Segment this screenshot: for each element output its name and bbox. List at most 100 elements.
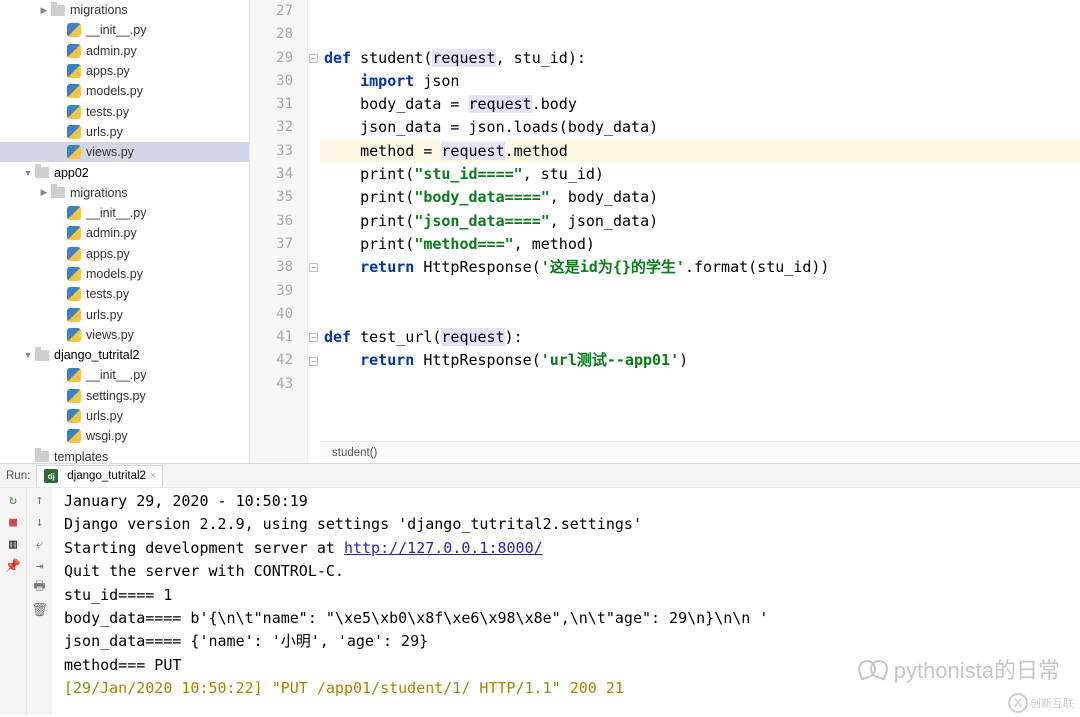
print-icon[interactable]: 🖶 xyxy=(32,580,48,596)
tree-item[interactable]: ▶ migrations xyxy=(0,183,249,203)
close-icon[interactable]: × xyxy=(150,470,156,482)
console-line: method=== PUT xyxy=(64,654,1080,677)
code-line[interactable]: import json xyxy=(320,70,1080,93)
tree-item[interactable]: admin.py xyxy=(0,223,249,243)
tree-item[interactable]: ▼ app02 xyxy=(0,162,249,182)
tree-item-label: urls.py xyxy=(86,409,123,423)
line-number: 33 xyxy=(250,140,293,163)
fold-toggle-icon[interactable]: − xyxy=(309,333,318,342)
rerun-icon[interactable]: ↻ xyxy=(5,492,21,508)
expand-arrow-icon[interactable]: ▶ xyxy=(38,187,50,198)
line-number: 30 xyxy=(250,70,293,93)
python-file-icon xyxy=(66,22,82,38)
trash-icon[interactable]: 🗑 xyxy=(32,602,48,618)
tree-item[interactable]: templates xyxy=(0,447,249,463)
code-line[interactable]: print("stu_id====", stu_id) xyxy=(320,163,1080,186)
scroll-icon[interactable]: ⇥ xyxy=(32,558,48,574)
console-line: body_data==== b'{\n\t"name": "\xe5\xb0\x… xyxy=(64,607,1080,630)
tree-item[interactable]: models.py xyxy=(0,264,249,284)
code-editor[interactable]: 2728293031323334353637383940414243 − − −− … xyxy=(250,0,1080,463)
tree-item[interactable]: urls.py xyxy=(0,304,249,324)
tree-item[interactable]: admin.py xyxy=(0,41,249,61)
code-line[interactable] xyxy=(320,0,1080,23)
code-line[interactable] xyxy=(320,373,1080,396)
fold-toggle-icon[interactable]: − xyxy=(309,54,318,63)
tree-item-label: admin.py xyxy=(86,44,137,58)
wrap-icon[interactable]: ⤶ xyxy=(32,536,48,552)
breadcrumb[interactable]: student() xyxy=(320,441,1080,463)
code-line[interactable]: json_data = json.loads(body_data) xyxy=(320,116,1080,139)
code-line[interactable]: return HttpResponse('这是id为{}的学生'.format(… xyxy=(320,256,1080,279)
python-file-icon xyxy=(66,124,82,140)
tree-item-label: migrations xyxy=(70,186,128,200)
code-area[interactable]: def student(request, stu_id): import jso… xyxy=(320,0,1080,463)
code-line[interactable] xyxy=(320,303,1080,326)
code-line[interactable] xyxy=(320,23,1080,46)
tree-item-label: tests.py xyxy=(86,287,129,301)
run-tab-bar: Run: dj django_tutrital2 × xyxy=(0,463,1080,487)
fold-toggle-icon[interactable]: − xyxy=(309,263,318,272)
line-number: 35 xyxy=(250,186,293,209)
code-line[interactable]: def student(request, stu_id): xyxy=(320,47,1080,70)
python-file-icon xyxy=(66,367,82,383)
pin-icon[interactable]: 📌 xyxy=(5,558,21,574)
tree-item-label: wsgi.py xyxy=(86,429,128,443)
tree-item-label: __init__.py xyxy=(86,23,146,37)
tree-item-label: __init__.py xyxy=(86,368,146,382)
python-file-icon xyxy=(66,43,82,59)
layout-icon[interactable]: ▥ xyxy=(5,536,21,552)
expand-arrow-icon[interactable]: ▶ xyxy=(38,5,50,16)
tree-item[interactable]: tests.py xyxy=(0,101,249,121)
line-number: 28 xyxy=(250,23,293,46)
tree-item[interactable]: __init__.py xyxy=(0,365,249,385)
tree-item[interactable]: apps.py xyxy=(0,244,249,264)
run-toolbar-left: ↻ ■ ▥ 📌 xyxy=(0,488,26,715)
tree-item[interactable]: models.py xyxy=(0,81,249,101)
code-line[interactable]: print("body_data====", body_data) xyxy=(320,186,1080,209)
code-line[interactable]: return HttpResponse('url测试--app01') xyxy=(320,349,1080,372)
code-line[interactable]: method = request.method xyxy=(320,140,1080,163)
up-icon[interactable]: ↑ xyxy=(32,492,48,508)
tree-item[interactable]: ▼django_tutrital2 xyxy=(0,345,249,365)
line-gutter: 2728293031323334353637383940414243 xyxy=(250,0,308,463)
tree-item[interactable]: apps.py xyxy=(0,61,249,81)
run-tab[interactable]: dj django_tutrital2 × xyxy=(36,465,163,487)
expand-arrow-icon[interactable]: ▼ xyxy=(22,168,34,178)
stop-icon[interactable]: ■ xyxy=(5,514,21,530)
tree-item-label: tests.py xyxy=(86,105,129,119)
python-file-icon xyxy=(66,104,82,120)
code-line[interactable]: def test_url(request): xyxy=(320,326,1080,349)
tree-item[interactable]: __init__.py xyxy=(0,203,249,223)
expand-arrow-icon[interactable]: ▼ xyxy=(22,350,34,360)
line-number: 42 xyxy=(250,349,293,372)
tree-item-label: __init__.py xyxy=(86,206,146,220)
tree-item[interactable]: wsgi.py xyxy=(0,426,249,446)
tree-item-label: app02 xyxy=(54,166,89,180)
tree-item-label: urls.py xyxy=(86,125,123,139)
code-line[interactable]: print("json_data====", json_data) xyxy=(320,210,1080,233)
console-line: Django version 2.2.9, using settings 'dj… xyxy=(64,513,1080,536)
fold-toggle-icon[interactable]: − xyxy=(309,357,318,366)
tree-item-label: migrations xyxy=(70,3,128,17)
python-file-icon xyxy=(66,266,82,282)
tree-item[interactable]: urls.py xyxy=(0,122,249,142)
fold-strip[interactable]: − − − − xyxy=(308,0,320,463)
line-number: 29 xyxy=(250,47,293,70)
tree-item[interactable]: tests.py xyxy=(0,284,249,304)
down-icon[interactable]: ↓ xyxy=(32,514,48,530)
project-tree[interactable]: ▶migrations__init__.pyadmin.pyapps.pymod… xyxy=(0,0,250,463)
tree-item[interactable]: views.py xyxy=(0,325,249,345)
code-line[interactable]: print("method===", method) xyxy=(320,233,1080,256)
tree-item-label: views.py xyxy=(86,328,134,342)
console-output[interactable]: January 29, 2020 - 10:50:19Django versio… xyxy=(52,488,1080,715)
tree-item[interactable]: views.py xyxy=(0,142,249,162)
folder-icon xyxy=(34,165,50,181)
tree-item[interactable]: settings.py xyxy=(0,386,249,406)
tree-item[interactable]: urls.py xyxy=(0,406,249,426)
code-line[interactable]: body_data = request.body xyxy=(320,93,1080,116)
tree-item[interactable]: __init__.py xyxy=(0,20,249,40)
line-number: 39 xyxy=(250,280,293,303)
console-line: January 29, 2020 - 10:50:19 xyxy=(64,490,1080,513)
code-line[interactable] xyxy=(320,280,1080,303)
tree-item[interactable]: ▶ migrations xyxy=(0,0,249,20)
